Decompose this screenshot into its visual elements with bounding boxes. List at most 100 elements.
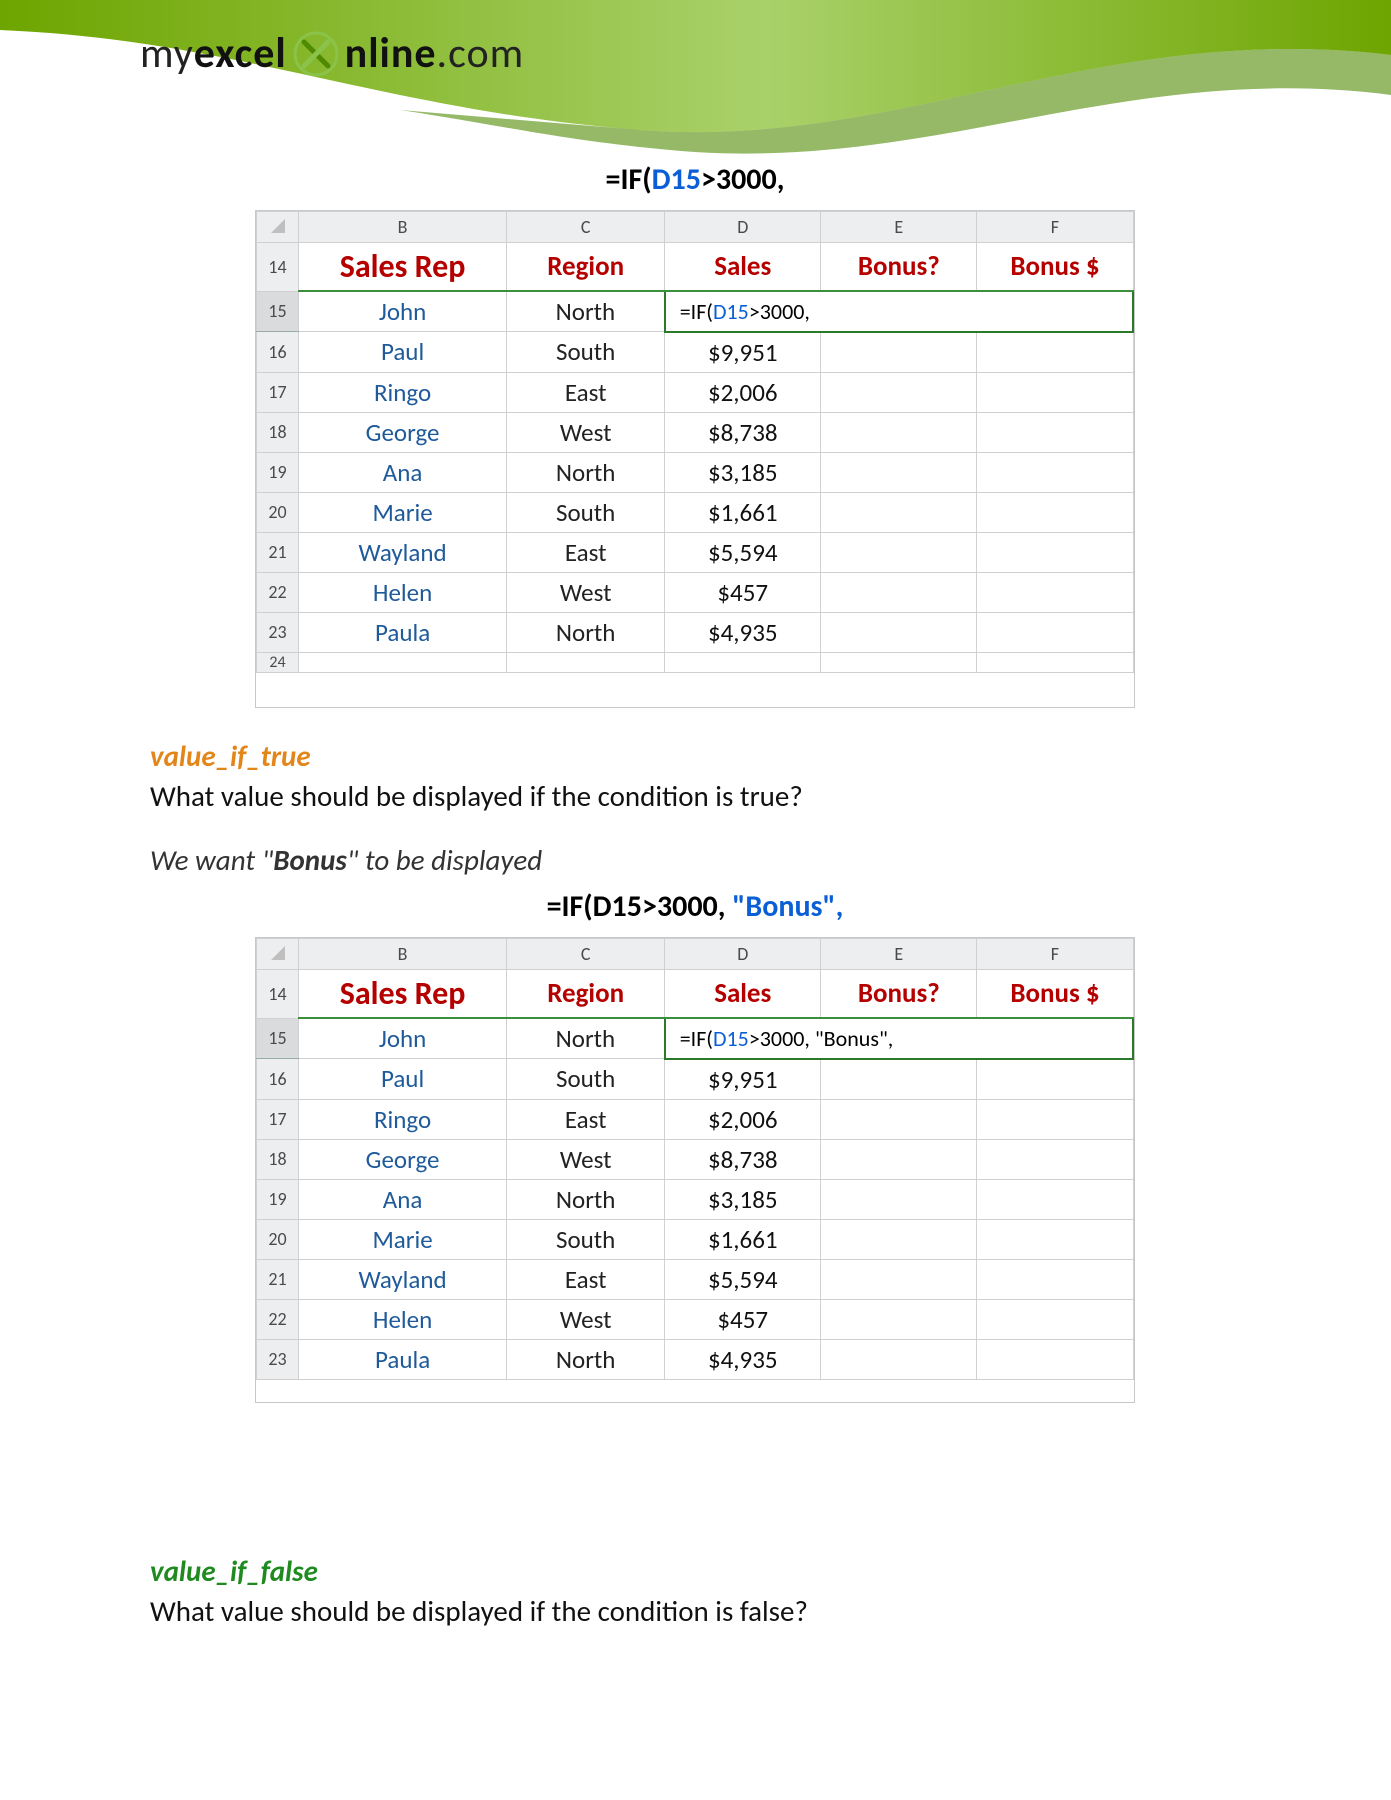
cell-d16[interactable]: $9,951 [665, 332, 821, 373]
cell-c21-2[interactable]: East [507, 1259, 665, 1299]
cell-d18[interactable]: $8,738 [665, 412, 821, 452]
cell-c20[interactable]: South [507, 492, 665, 532]
cell-b18[interactable]: George [299, 412, 507, 452]
cell-d23-2[interactable]: $4,935 [665, 1339, 821, 1379]
th-region-2[interactable]: Region [507, 970, 665, 1019]
cell-f20[interactable] [977, 492, 1133, 532]
select-all-corner[interactable] [257, 212, 299, 243]
cell-f18[interactable] [977, 412, 1133, 452]
th-sales-rep[interactable]: Sales Rep [299, 243, 507, 292]
cell-c24[interactable] [507, 652, 665, 672]
row-header-15b[interactable]: 15 [257, 1018, 299, 1059]
cell-f22-2[interactable] [977, 1299, 1133, 1339]
cell-c15[interactable]: North [507, 291, 665, 332]
cell-b21[interactable]: Wayland [299, 532, 507, 572]
cell-c19-2[interactable]: North [507, 1179, 665, 1219]
cell-d19-2[interactable]: $3,185 [665, 1179, 821, 1219]
cell-f22[interactable] [977, 572, 1133, 612]
cell-e16-2[interactable] [821, 1059, 977, 1100]
cell-c17-2[interactable]: East [507, 1099, 665, 1139]
cell-b24[interactable] [299, 652, 507, 672]
cell-e18-2[interactable] [821, 1139, 977, 1179]
cell-d22[interactable]: $457 [665, 572, 821, 612]
cell-c16[interactable]: South [507, 332, 665, 373]
th-sales-rep-2[interactable]: Sales Rep [299, 970, 507, 1019]
cell-c20-2[interactable]: South [507, 1219, 665, 1259]
cell-f16-2[interactable] [977, 1059, 1133, 1100]
row-header-18b[interactable]: 18 [257, 1139, 299, 1179]
th-sales[interactable]: Sales [665, 243, 821, 292]
cell-d15-editing-2[interactable]: =IF(D15>3000, "Bonus", [665, 1018, 1133, 1059]
cell-c18-2[interactable]: West [507, 1139, 665, 1179]
cell-b19[interactable]: Ana [299, 452, 507, 492]
cell-e20-2[interactable] [821, 1219, 977, 1259]
col-header-f[interactable]: F [977, 212, 1133, 243]
cell-e24[interactable] [821, 652, 977, 672]
row-header-23[interactable]: 23 [257, 612, 299, 652]
cell-c23[interactable]: North [507, 612, 665, 652]
col-header-b[interactable]: B [299, 212, 507, 243]
cell-f21-2[interactable] [977, 1259, 1133, 1299]
cell-f23-2[interactable] [977, 1339, 1133, 1379]
cell-e20[interactable] [821, 492, 977, 532]
th-bonus-amt[interactable]: Bonus $ [977, 243, 1133, 292]
cell-c23-2[interactable]: North [507, 1339, 665, 1379]
cell-d23[interactable]: $4,935 [665, 612, 821, 652]
row-header-22b[interactable]: 22 [257, 1299, 299, 1339]
th-bonus-q-2[interactable]: Bonus? [821, 970, 977, 1019]
cell-c22[interactable]: West [507, 572, 665, 612]
cell-d22-2[interactable]: $457 [665, 1299, 821, 1339]
row-header-18[interactable]: 18 [257, 412, 299, 452]
cell-c18[interactable]: West [507, 412, 665, 452]
cell-e17[interactable] [821, 372, 977, 412]
cell-d21[interactable]: $5,594 [665, 532, 821, 572]
cell-f17[interactable] [977, 372, 1133, 412]
row-header-20[interactable]: 20 [257, 492, 299, 532]
cell-e18[interactable] [821, 412, 977, 452]
cell-b16[interactable]: Paul [299, 332, 507, 373]
th-bonus-amt-2[interactable]: Bonus $ [977, 970, 1133, 1019]
cell-e19[interactable] [821, 452, 977, 492]
cell-d17[interactable]: $2,006 [665, 372, 821, 412]
row-header-14[interactable]: 14 [257, 243, 299, 292]
row-header-15[interactable]: 15 [257, 291, 299, 332]
cell-e23-2[interactable] [821, 1339, 977, 1379]
col-header-e-2[interactable]: E [821, 939, 977, 970]
row-header-14b[interactable]: 14 [257, 970, 299, 1019]
cell-b16-2[interactable]: Paul [299, 1059, 507, 1100]
cell-f23[interactable] [977, 612, 1133, 652]
cell-b17-2[interactable]: Ringo [299, 1099, 507, 1139]
cell-c22-2[interactable]: West [507, 1299, 665, 1339]
row-header-19b[interactable]: 19 [257, 1179, 299, 1219]
cell-b18-2[interactable]: George [299, 1139, 507, 1179]
cell-d17-2[interactable]: $2,006 [665, 1099, 821, 1139]
row-header-16[interactable]: 16 [257, 332, 299, 373]
row-header-19[interactable]: 19 [257, 452, 299, 492]
cell-b22-2[interactable]: Helen [299, 1299, 507, 1339]
cell-b21-2[interactable]: Wayland [299, 1259, 507, 1299]
cell-b15-2[interactable]: John [299, 1018, 507, 1059]
cell-d20[interactable]: $1,661 [665, 492, 821, 532]
cell-f20-2[interactable] [977, 1219, 1133, 1259]
cell-f17-2[interactable] [977, 1099, 1133, 1139]
col-header-f-2[interactable]: F [977, 939, 1133, 970]
row-header-17[interactable]: 17 [257, 372, 299, 412]
col-header-b-2[interactable]: B [299, 939, 507, 970]
col-header-d-2[interactable]: D [665, 939, 821, 970]
cell-b23[interactable]: Paula [299, 612, 507, 652]
cell-d24[interactable] [665, 652, 821, 672]
select-all-corner-2[interactable] [257, 939, 299, 970]
col-header-c-2[interactable]: C [507, 939, 665, 970]
cell-f24[interactable] [977, 652, 1133, 672]
cell-c17[interactable]: East [507, 372, 665, 412]
cell-d16-2[interactable]: $9,951 [665, 1059, 821, 1100]
col-header-c[interactable]: C [507, 212, 665, 243]
cell-c19[interactable]: North [507, 452, 665, 492]
cell-f16[interactable] [977, 332, 1133, 373]
cell-b19-2[interactable]: Ana [299, 1179, 507, 1219]
row-header-16b[interactable]: 16 [257, 1059, 299, 1100]
cell-e21-2[interactable] [821, 1259, 977, 1299]
cell-e22-2[interactable] [821, 1299, 977, 1339]
th-sales-2[interactable]: Sales [665, 970, 821, 1019]
cell-d21-2[interactable]: $5,594 [665, 1259, 821, 1299]
